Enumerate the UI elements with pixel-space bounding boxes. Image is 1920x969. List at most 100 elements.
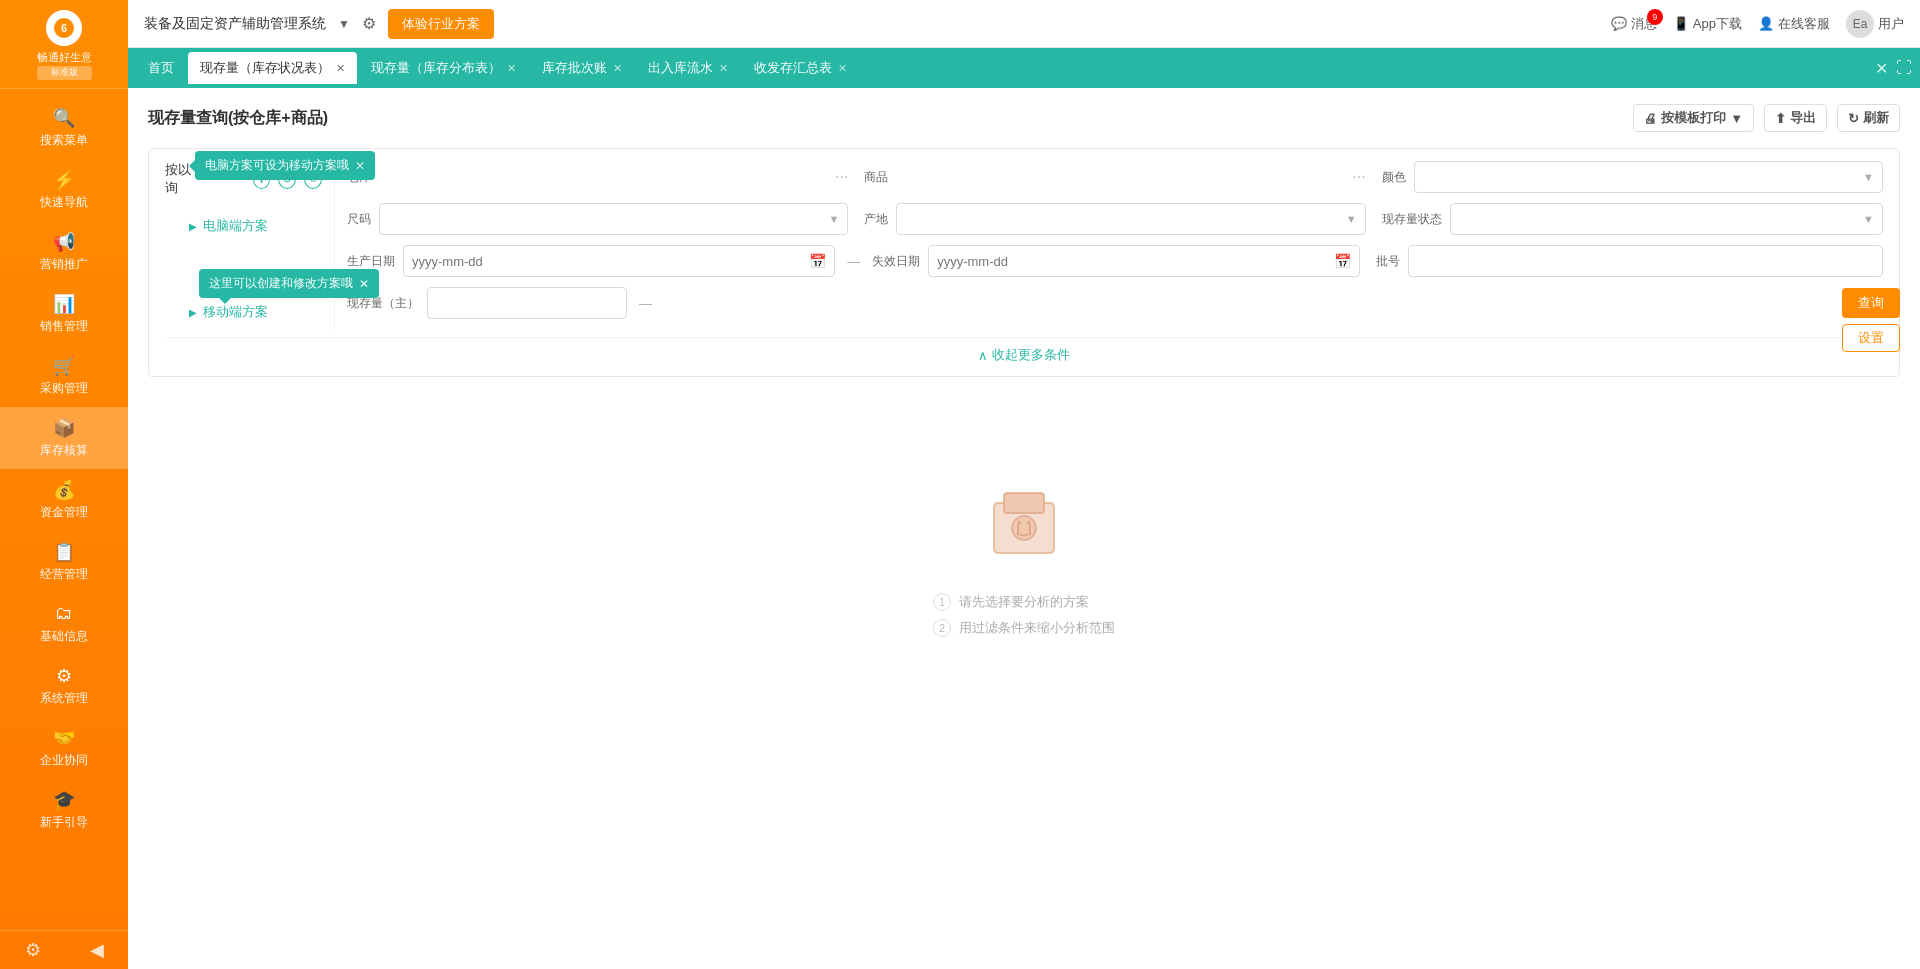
export-btn[interactable]: ⬆ 导出 (1764, 104, 1827, 132)
stock-qty-min-input[interactable] (427, 287, 627, 319)
calendar-icon: 📅 (1334, 253, 1351, 269)
tooltip-pc-close[interactable]: ✕ (355, 159, 365, 173)
sidebar-item-finance[interactable]: 💰 资金管理 (0, 469, 128, 531)
expiry-date-input-field[interactable] (937, 254, 1334, 269)
schema-group-pc-label: 电脑端方案 (203, 217, 268, 235)
batch-label: 批号 (1376, 253, 1400, 270)
refresh-btn[interactable]: ↻ 刷新 (1837, 104, 1900, 132)
collapse-label: 收起更多条件 (992, 346, 1070, 364)
sidebar-item-basic-info[interactable]: 🗂 基础信息 (0, 593, 128, 655)
empty-icon (974, 473, 1074, 573)
filter-row-3: 生产日期 📅 — 失效日期 📅 (347, 245, 1883, 277)
tab-stock-dist[interactable]: 现存量（库存分布表） ✕ (359, 52, 528, 84)
tab-batch-ledger[interactable]: 库存批次账 ✕ (530, 52, 634, 84)
sidebar-footer: ⚙ ◀ (0, 930, 128, 969)
tab-home-label: 首页 (148, 59, 174, 77)
enterprise-icon: 🤝 (53, 727, 75, 749)
tab-expand-icon[interactable]: ⛶ (1896, 59, 1912, 78)
tab-close-icon[interactable]: ✕ (838, 62, 847, 75)
filter-section: 按以下方案查询 + ↻ « 电脑方案可设为移动方案哦 ✕ (148, 148, 1900, 377)
tooltip-pc-schema: 电脑方案可设为移动方案哦 ✕ (195, 151, 375, 180)
production-date-start[interactable]: 📅 (403, 245, 835, 277)
size-dropdown-icon: ▼ (828, 213, 839, 225)
sidebar-item-sales[interactable]: 📊 销售管理 (0, 283, 128, 345)
sidebar-item-system[interactable]: ⚙ 系统管理 (0, 655, 128, 717)
online-service-btn[interactable]: 👤 在线客服 (1758, 15, 1830, 33)
batch-input-field[interactable] (1417, 254, 1874, 269)
filter-color-field: 颜色 ▼ (1382, 161, 1883, 193)
batch-input[interactable] (1408, 245, 1883, 277)
tab-close-all-icon[interactable]: ✕ (1875, 59, 1888, 78)
tab-stock-status-label: 现存量（库存状况表） (200, 59, 330, 77)
settings-btn[interactable]: 设置 (1842, 324, 1900, 352)
stock-qty-min-field[interactable] (436, 296, 618, 311)
header-left: 装备及固定资产辅助管理系统 ▼ ⚙ 体验行业方案 (144, 9, 494, 39)
tab-close-icon[interactable]: ✕ (719, 62, 728, 75)
production-date-start-input[interactable] (412, 254, 809, 269)
filter-size-label: 尺码 (347, 211, 371, 228)
tab-stock-flow[interactable]: 出入库流水 ✕ (636, 52, 740, 84)
search-btn[interactable]: 查询 (1842, 288, 1900, 318)
filter-left-panel: 按以下方案查询 + ↻ « 电脑方案可设为移动方案哦 ✕ (165, 161, 335, 329)
sidebar-item-quick-nav[interactable]: ⚡ 快速导航 (0, 159, 128, 221)
color-select[interactable]: ▼ (1414, 161, 1883, 193)
collapse-sidebar-btn[interactable]: ◀ (90, 939, 104, 961)
tooltip-create-close[interactable]: ✕ (359, 277, 369, 291)
inventory-icon: 📦 (53, 417, 75, 439)
qty-dash: — (639, 296, 652, 311)
schema-group-mobile[interactable]: ▶ 移动端方案 (181, 299, 322, 325)
sidebar-item-inventory[interactable]: 📦 库存核算 (0, 407, 128, 469)
settings-icon[interactable]: ⚙ (362, 14, 376, 33)
print-template-btn[interactable]: 🖨 按模板打印 ▼ (1633, 104, 1754, 132)
export-icon: ⬆ (1775, 111, 1786, 126)
expiry-date-label: 失效日期 (872, 253, 920, 270)
size-select[interactable]: ▼ (379, 203, 848, 235)
tab-close-icon[interactable]: ✕ (613, 62, 622, 75)
svg-point-8 (1027, 521, 1031, 525)
step-num-1: 1 (933, 593, 951, 611)
product-dots-btn[interactable]: ··· (1352, 168, 1365, 186)
origin-dropdown-icon: ▼ (1346, 213, 1357, 225)
system-name: 装备及固定资产辅助管理系统 (144, 15, 326, 33)
sidebar-item-marketing[interactable]: 📢 营销推广 (0, 221, 128, 283)
tab-close-icon[interactable]: ✕ (336, 62, 345, 75)
sidebar-item-search[interactable]: 🔍 搜索菜单 (0, 97, 128, 159)
sidebar-item-guide[interactable]: 🎓 新手引导 (0, 779, 128, 841)
app-download-btn[interactable]: 📱 App下载 (1673, 15, 1742, 33)
expiry-date-input[interactable]: 📅 (928, 245, 1360, 277)
sidebar-item-label: 资金管理 (40, 504, 88, 521)
mobile-icon: 📱 (1673, 16, 1689, 31)
sidebar-item-purchase[interactable]: 🛒 采购管理 (0, 345, 128, 407)
user-menu[interactable]: Ea 用户 (1846, 10, 1904, 38)
sidebar-item-label: 企业协同 (40, 752, 88, 769)
filter-size-field: 尺码 ▼ (347, 203, 848, 235)
sidebar-item-enterprise[interactable]: 🤝 企业协同 (0, 717, 128, 779)
tab-close-icon[interactable]: ✕ (507, 62, 516, 75)
sidebar-item-label: 库存核算 (40, 442, 88, 459)
sidebar-item-label: 新手引导 (40, 814, 88, 831)
tab-home[interactable]: 首页 (136, 52, 186, 84)
tab-stock-flow-label: 出入库流水 (648, 59, 713, 77)
experience-btn[interactable]: 体验行业方案 (388, 9, 494, 39)
date-dash: — (847, 254, 860, 269)
collapse-filter-btn[interactable]: ∧ 收起更多条件 (165, 337, 1883, 364)
tab-stock-status[interactable]: 现存量（库存状况表） ✕ (188, 52, 357, 84)
tabbar: 首页 现存量（库存状况表） ✕ 现存量（库存分布表） ✕ 库存批次账 ✕ 出入库… (128, 48, 1920, 88)
filter-right-panel: 仓库 ··· 商品 ··· 颜色 (335, 161, 1883, 329)
empty-step-1: 1 请先选择要分析的方案 (933, 593, 1115, 611)
origin-select[interactable]: ▼ (896, 203, 1365, 235)
stock-status-select[interactable]: ▼ (1450, 203, 1883, 235)
filter-origin-field: 产地 ▼ (864, 203, 1365, 235)
refresh-label: 刷新 (1863, 109, 1889, 127)
sidebar-item-label: 快速导航 (40, 194, 88, 211)
app-download-label: App下载 (1693, 15, 1742, 33)
system-dropdown-icon[interactable]: ▼ (338, 17, 350, 31)
notification-btn[interactable]: 💬 9 消息 (1611, 15, 1657, 33)
svg-point-7 (1017, 521, 1021, 525)
settings-footer-btn[interactable]: ⚙ (25, 939, 41, 961)
sidebar-item-operations[interactable]: 📋 经营管理 (0, 531, 128, 593)
warehouse-dots-btn[interactable]: ··· (835, 168, 848, 186)
tooltip-create-text: 这里可以创建和修改方案哦 (209, 275, 353, 292)
schema-group-pc[interactable]: ▶ 电脑端方案 (181, 213, 322, 239)
tab-receive-summary[interactable]: 收发存汇总表 ✕ (742, 52, 859, 84)
